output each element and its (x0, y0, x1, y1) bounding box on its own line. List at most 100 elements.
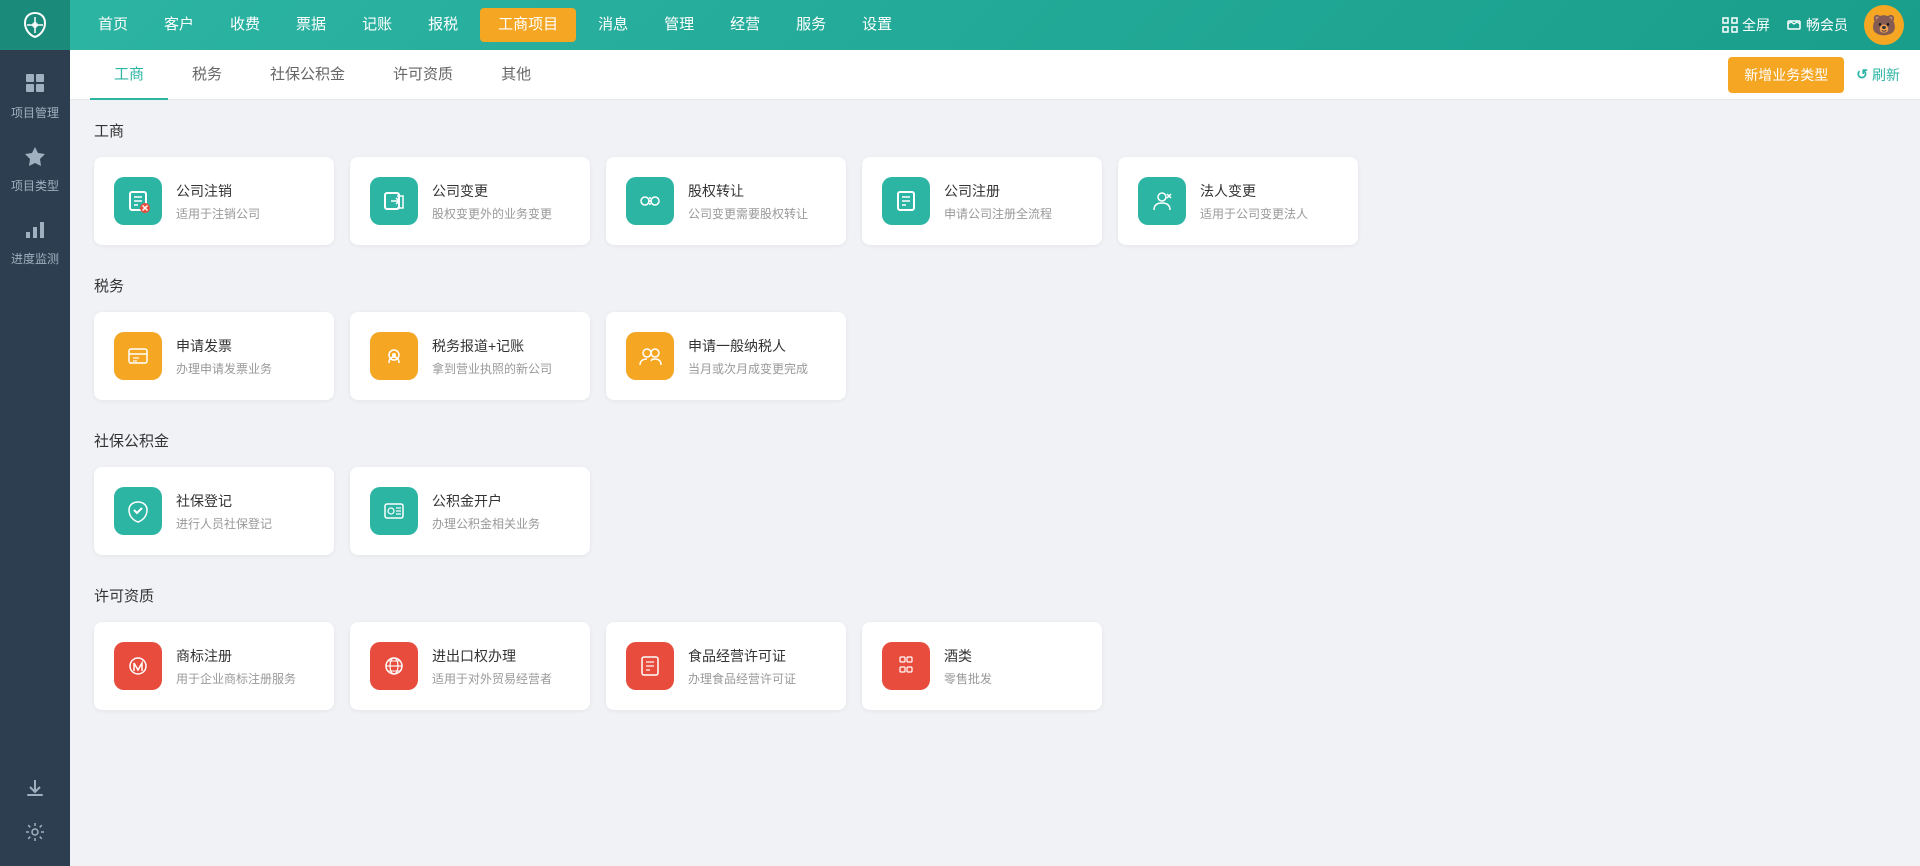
import-export-icon (370, 642, 418, 690)
card-text-legal-person-change: 法人变更 适用于公司变更法人 (1200, 181, 1308, 222)
card-apply-invoice[interactable]: 申请发票 办理申请发票业务 (94, 312, 334, 400)
card-title-legal-person-change: 法人变更 (1200, 181, 1308, 201)
main-scroll-area[interactable]: 工商 公司注销 适用于注销公司 (70, 100, 1920, 866)
tab-actions: 新增业务类型 ↺ 刷新 (1728, 57, 1900, 93)
housing-fund-icon (370, 487, 418, 535)
card-social-insurance[interactable]: 社保登记 进行人员社保登记 (94, 467, 334, 555)
card-housing-fund[interactable]: 公积金开户 办理公积金相关业务 (350, 467, 590, 555)
sidebar-label-project-manage: 项目管理 (11, 104, 59, 121)
new-type-button[interactable]: 新增业务类型 (1728, 57, 1844, 93)
card-text-social-insurance: 社保登记 进行人员社保登记 (176, 491, 272, 532)
card-title-general-taxpayer: 申请一般纳税人 (688, 336, 808, 356)
project-type-icon (24, 145, 46, 173)
nav-customer[interactable]: 客户 (146, 0, 212, 50)
section-title-shuiwu: 税务 (94, 275, 1896, 296)
fullscreen-label: 全屏 (1742, 15, 1770, 35)
nav-operation[interactable]: 经营 (712, 0, 778, 50)
legal-person-change-icon (1138, 177, 1186, 225)
card-company-register[interactable]: 公司注册 申请公司注册全流程 (862, 157, 1102, 245)
tab-other[interactable]: 其他 (477, 50, 555, 100)
sidebar-settings-icon[interactable] (17, 814, 53, 850)
refresh-label: 刷新 (1872, 65, 1900, 85)
card-title-tax-report: 税务报道+记账 (432, 336, 552, 356)
sidebar-item-progress[interactable]: 进度监测 (0, 206, 70, 279)
vip-label: 畅会员 (1806, 15, 1848, 35)
tab-xuke[interactable]: 许可资质 (369, 50, 477, 100)
card-title-alcohol: 酒类 (944, 646, 992, 666)
food-license-icon (626, 642, 674, 690)
top-nav: 首页 客户 收费 票据 记账 报税 工商项目 消息 管理 经营 服务 设置 全屏… (0, 0, 1920, 50)
nav-manage[interactable]: 管理 (646, 0, 712, 50)
nav-accounting[interactable]: 记账 (344, 0, 410, 50)
nav-tax[interactable]: 报税 (410, 0, 476, 50)
logo[interactable] (0, 0, 70, 50)
card-trademark[interactable]: 商标注册 用于企业商标注册服务 (94, 622, 334, 710)
card-legal-person-change[interactable]: 法人变更 适用于公司变更法人 (1118, 157, 1358, 245)
card-food-license[interactable]: 食品经营许可证 办理食品经营许可证 (606, 622, 846, 710)
card-title-import-export: 进出口权办理 (432, 646, 552, 666)
tab-shebao[interactable]: 社保公积金 (246, 50, 369, 100)
nav-business[interactable]: 工商项目 (480, 8, 576, 42)
mascot-icon: 🐻 (1872, 13, 1897, 38)
sidebar-label-progress: 进度监测 (11, 250, 59, 267)
card-title-social-insurance: 社保登记 (176, 491, 272, 511)
card-desc-legal-person-change: 适用于公司变更法人 (1200, 205, 1308, 222)
card-desc-alcohol: 零售批发 (944, 670, 992, 687)
sidebar-download-icon[interactable] (17, 770, 53, 806)
social-insurance-icon (114, 487, 162, 535)
sidebar-bottom (17, 770, 53, 866)
card-text-food-license: 食品经营许可证 办理食品经营许可证 (688, 646, 796, 687)
card-alcohol[interactable]: 酒类 零售批发 (862, 622, 1102, 710)
trademark-icon (114, 642, 162, 690)
general-taxpayer-icon (626, 332, 674, 380)
card-text-company-register: 公司注册 申请公司注册全流程 (944, 181, 1052, 222)
mascot-avatar[interactable]: 🐻 (1864, 5, 1904, 45)
tab-shuiwu[interactable]: 税务 (168, 50, 246, 100)
nav-message[interactable]: 消息 (580, 0, 646, 50)
sidebar-item-project-manage[interactable]: 项目管理 (0, 60, 70, 133)
section-title-gongshang: 工商 (94, 120, 1896, 141)
apply-invoice-icon (114, 332, 162, 380)
company-register-icon (882, 177, 930, 225)
nav-bill[interactable]: 票据 (278, 0, 344, 50)
card-equity-transfer[interactable]: 股权转让 公司变更需要股权转让 (606, 157, 846, 245)
nav-settings[interactable]: 设置 (844, 0, 910, 50)
section-title-shebao: 社保公积金 (94, 430, 1896, 451)
card-import-export[interactable]: 进出口权办理 适用于对外贸易经营者 (350, 622, 590, 710)
main-layout: 项目管理 项目类型 进度监测 工商 税务 社 (0, 50, 1920, 866)
sidebar: 项目管理 项目类型 进度监测 (0, 50, 70, 866)
card-general-taxpayer[interactable]: 申请一般纳税人 当月或次月成变更完成 (606, 312, 846, 400)
card-text-tax-report: 税务报道+记账 拿到营业执照的新公司 (432, 336, 552, 377)
nav-fee[interactable]: 收费 (212, 0, 278, 50)
nav-service[interactable]: 服务 (778, 0, 844, 50)
card-text-general-taxpayer: 申请一般纳税人 当月或次月成变更完成 (688, 336, 808, 377)
cards-xuke: 商标注册 用于企业商标注册服务 进出口权办理 适用于对外贸易经营者 (94, 622, 1896, 710)
card-title-company-cancel: 公司注销 (176, 181, 260, 201)
tab-gongshang[interactable]: 工商 (90, 50, 168, 100)
card-desc-housing-fund: 办理公积金相关业务 (432, 515, 540, 532)
card-company-change[interactable]: 公司变更 股权变更外的业务变更 (350, 157, 590, 245)
nav-home[interactable]: 首页 (80, 0, 146, 50)
section-shebao: 社保公积金 社保登记 进行人员社保登记 (94, 430, 1896, 555)
section-gongshang: 工商 公司注销 适用于注销公司 (94, 120, 1896, 245)
card-text-equity-transfer: 股权转让 公司变更需要股权转让 (688, 181, 808, 222)
fullscreen-button[interactable]: 全屏 (1722, 15, 1770, 35)
card-title-company-register: 公司注册 (944, 181, 1052, 201)
company-change-icon (370, 177, 418, 225)
card-desc-trademark: 用于企业商标注册服务 (176, 670, 296, 687)
card-text-import-export: 进出口权办理 适用于对外贸易经营者 (432, 646, 552, 687)
card-tax-report[interactable]: 税务报道+记账 拿到营业执照的新公司 (350, 312, 590, 400)
refresh-button[interactable]: ↺ 刷新 (1856, 65, 1900, 85)
sidebar-item-project-type[interactable]: 项目类型 (0, 133, 70, 206)
cards-gongshang: 公司注销 适用于注销公司 公司变更 股权变更外的业务变更 (94, 157, 1896, 245)
refresh-icon: ↺ (1856, 66, 1868, 83)
card-desc-apply-invoice: 办理申请发票业务 (176, 360, 272, 377)
card-text-trademark: 商标注册 用于企业商标注册服务 (176, 646, 296, 687)
vip-button[interactable]: 畅会员 (1786, 15, 1848, 35)
card-desc-equity-transfer: 公司变更需要股权转让 (688, 205, 808, 222)
card-title-apply-invoice: 申请发票 (176, 336, 272, 356)
sidebar-label-project-type: 项目类型 (11, 177, 59, 194)
card-company-cancel[interactable]: 公司注销 适用于注销公司 (94, 157, 334, 245)
tax-report-icon (370, 332, 418, 380)
card-text-alcohol: 酒类 零售批发 (944, 646, 992, 687)
